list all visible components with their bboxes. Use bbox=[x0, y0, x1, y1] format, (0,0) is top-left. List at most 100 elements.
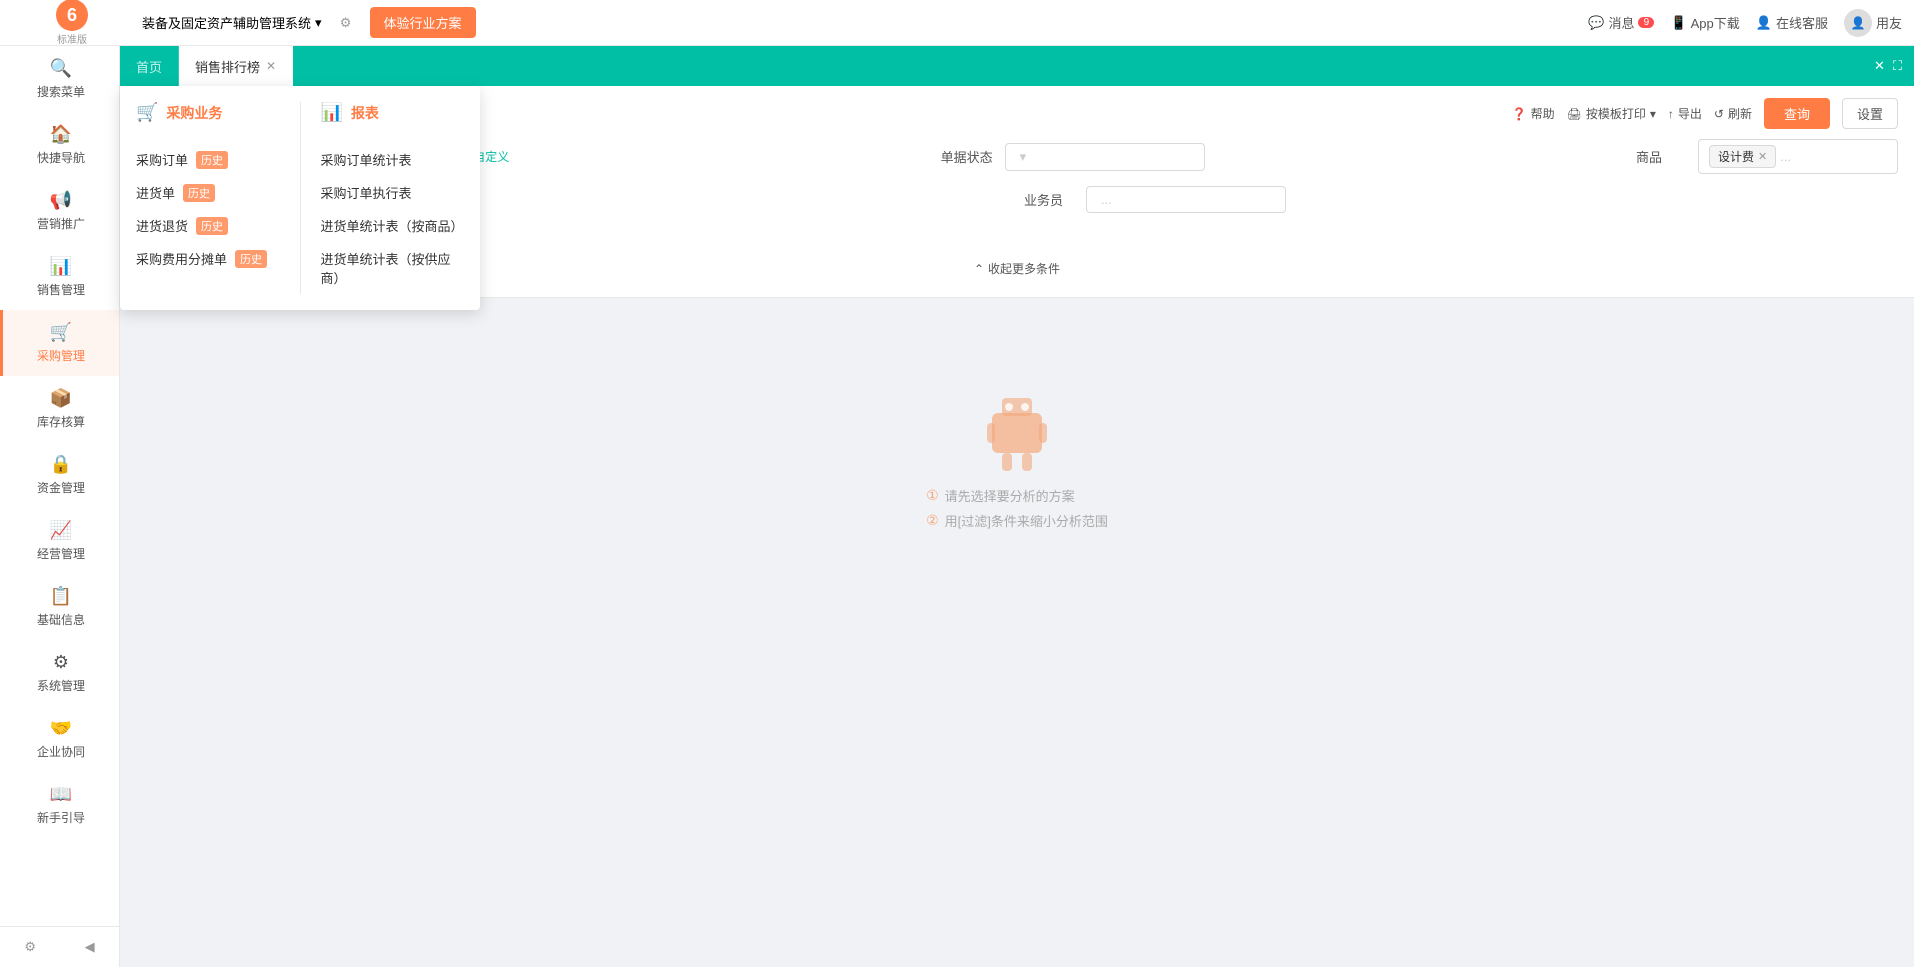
sidebar-item-sales[interactable]: 📊 销售管理 bbox=[0, 244, 119, 310]
dropdown-item-purchase-order[interactable]: 采购订单 历史 bbox=[136, 143, 280, 176]
dropdown-item-inbound-by-goods[interactable]: 进货单统计表（按商品） bbox=[321, 209, 465, 242]
refresh-icon: ↺ bbox=[1714, 107, 1724, 121]
purchase-in-label: 进货单 bbox=[136, 183, 175, 202]
purchase-col-title: 🛒 采购业务 bbox=[136, 102, 280, 135]
sidebar-item-base-info[interactable]: 📋 基础信息 bbox=[0, 574, 119, 640]
help-button[interactable]: ❓ 帮助 bbox=[1512, 105, 1555, 122]
base-info-icon: 📋 bbox=[50, 586, 72, 607]
marketing-icon: 📢 bbox=[50, 190, 72, 211]
logo-icon: 6 bbox=[56, 0, 88, 31]
system-title-dropdown[interactable]: 装备及固定资产辅助管理系统 ▾ bbox=[142, 13, 322, 32]
sidebar: 🔍 搜索菜单 🏠 快捷导航 📢 营销推广 📊 销售管理 🛒 采购管理 📦 库存核… bbox=[0, 46, 120, 967]
sidebar-item-system[interactable]: ⚙ 系统管理 bbox=[0, 640, 119, 706]
sidebar-label-marketing: 营销推广 bbox=[37, 215, 85, 232]
sidebar-label-quick-nav: 快捷导航 bbox=[37, 149, 85, 166]
sidebar-label-enterprise: 企业协同 bbox=[37, 743, 85, 760]
sidebar-label-guide: 新手引导 bbox=[37, 809, 85, 826]
tab-home[interactable]: 首页 bbox=[120, 46, 179, 86]
sidebar-label-operations: 经营管理 bbox=[37, 545, 85, 562]
sidebar-collapse-button[interactable]: ◀ bbox=[85, 939, 95, 955]
sidebar-label-base-info: 基础信息 bbox=[37, 611, 85, 628]
search-icon: 🔍 bbox=[50, 58, 72, 79]
enterprise-icon: 🤝 bbox=[50, 718, 72, 739]
dropdown-item-return[interactable]: 进货退货 历史 bbox=[136, 209, 280, 242]
tab-sales-rank[interactable]: 销售排行榜 ✕ bbox=[179, 46, 293, 86]
sidebar-item-purchase[interactable]: 🛒 采购管理 bbox=[0, 310, 119, 376]
export-button[interactable]: ↑ 导出 bbox=[1668, 105, 1702, 122]
purchase-col-icon: 🛒 bbox=[136, 102, 158, 123]
sidebar-item-guide[interactable]: 📖 新手引导 bbox=[0, 772, 119, 838]
user-button[interactable]: 👤 用友 bbox=[1844, 9, 1902, 37]
dropdown-arrow-icon: ▾ bbox=[315, 15, 322, 31]
collapse-label: 收起更多条件 bbox=[988, 260, 1060, 277]
collapse-arrow-icon: ⌃ bbox=[974, 262, 984, 276]
print-icon: 🖨 bbox=[1567, 107, 1582, 121]
app-download-button[interactable]: 📱 App下载 bbox=[1670, 13, 1739, 32]
voucher-status-input[interactable]: ▾ bbox=[1005, 143, 1205, 171]
tab-close-all-icon[interactable]: ✕ bbox=[1874, 58, 1885, 74]
dropdown-item-inbound-by-supplier[interactable]: 进货单统计表（按供应商） bbox=[321, 242, 465, 294]
trial-button[interactable]: 体验行业方案 bbox=[370, 7, 476, 38]
user-label: 用友 bbox=[1876, 13, 1902, 32]
message-label: 消息 bbox=[1608, 13, 1634, 32]
sidebar-label-purchase: 采购管理 bbox=[37, 347, 85, 364]
purchase-order-label: 采购订单 bbox=[136, 150, 188, 169]
expense-history-badge: 历史 bbox=[235, 250, 267, 268]
sidebar-label-sales: 销售管理 bbox=[37, 281, 85, 298]
dropdown-item-purchase-order-stat[interactable]: 采购订单统计表 bbox=[321, 143, 465, 176]
online-service-button[interactable]: 👤 在线客服 bbox=[1756, 13, 1828, 32]
tab-maximize-icon[interactable]: ⛶ bbox=[1893, 58, 1902, 74]
empty-tip-1: 请先选择要分析的方案 bbox=[945, 486, 1075, 505]
salesperson-label: 业务员 bbox=[1024, 190, 1074, 209]
empty-state: ① 请先选择要分析的方案 ② 用[过滤]条件来缩小分析范围 bbox=[120, 298, 1914, 610]
export-icon: ↑ bbox=[1668, 107, 1674, 121]
top-right-area: 💬 消息 9 📱 App下载 👤 在线客服 👤 用友 bbox=[1588, 9, 1902, 37]
set-button[interactable]: 设置 bbox=[1842, 98, 1898, 129]
operations-icon: 📈 bbox=[50, 520, 72, 541]
query-button[interactable]: 查询 bbox=[1764, 98, 1830, 129]
purchase-order-stat-label: 采购订单统计表 bbox=[321, 150, 412, 169]
inbound-by-supplier-label: 进货单统计表（按供应商） bbox=[321, 249, 465, 287]
print-button[interactable]: 🖨 按模板打印 ▾ bbox=[1567, 105, 1656, 122]
sidebar-item-search[interactable]: 🔍 搜索菜单 bbox=[0, 46, 119, 112]
guide-icon: 📖 bbox=[50, 784, 72, 805]
sales-icon: 📊 bbox=[50, 256, 72, 277]
app-download-label: App下载 bbox=[1691, 13, 1740, 32]
dropdown-item-purchase-order-exec[interactable]: 采购订单执行表 bbox=[321, 176, 465, 209]
return-label: 进货退货 bbox=[136, 216, 188, 235]
tab-home-label: 首页 bbox=[136, 57, 162, 76]
purchase-dropdown-menu: 🛒 采购业务 采购订单 历史 进货单 历史 进货退货 历史 采购费用分摊单 历史 bbox=[120, 86, 480, 310]
message-button[interactable]: 💬 消息 9 bbox=[1588, 13, 1654, 32]
sidebar-item-quick-nav[interactable]: 🏠 快捷导航 bbox=[0, 112, 119, 178]
purchase-col-title-label: 采购业务 bbox=[166, 103, 222, 123]
purchase-order-history-badge: 历史 bbox=[196, 151, 228, 169]
dropdown-item-purchase-in[interactable]: 进货单 历史 bbox=[136, 176, 280, 209]
tab-expand-area: ✕ ⛶ bbox=[1862, 58, 1914, 74]
report-col-title: 📊 报表 bbox=[321, 102, 465, 135]
settings-icon: ⚙ bbox=[340, 15, 352, 31]
refresh-label: 刷新 bbox=[1728, 105, 1752, 122]
empty-illustration bbox=[967, 378, 1067, 478]
sidebar-item-inventory[interactable]: 📦 库存核算 bbox=[0, 376, 119, 442]
sidebar-label-inventory: 库存核算 bbox=[37, 413, 85, 430]
collapse-button[interactable]: ⌃ 收起更多条件 bbox=[974, 260, 1060, 277]
sidebar-label-finance: 资金管理 bbox=[37, 479, 85, 496]
sidebar-settings-button[interactable]: ⚙ bbox=[24, 939, 36, 955]
goods-input[interactable]: 设计费 ✕ ... bbox=[1698, 139, 1898, 174]
refresh-button[interactable]: ↺ 刷新 bbox=[1714, 105, 1752, 122]
sidebar-item-finance[interactable]: 🔒 资金管理 bbox=[0, 442, 119, 508]
tab-close-icon[interactable]: ✕ bbox=[266, 59, 276, 73]
sidebar-item-marketing[interactable]: 📢 营销推广 bbox=[0, 178, 119, 244]
sidebar-item-enterprise[interactable]: 🤝 企业协同 bbox=[0, 706, 119, 772]
system-title: 装备及固定资产辅助管理系统 bbox=[142, 13, 311, 32]
return-history-badge: 历史 bbox=[196, 217, 228, 235]
message-icon: 💬 bbox=[1588, 15, 1604, 31]
dropdown-item-expense[interactable]: 采购费用分摊单 历史 bbox=[136, 242, 280, 275]
top-bar: 6 标准版 装备及固定资产辅助管理系统 ▾ ⚙ 体验行业方案 💬 消息 9 📱 … bbox=[0, 0, 1914, 46]
sidebar-label-search: 搜索菜单 bbox=[37, 83, 85, 100]
salesperson-input[interactable]: ... bbox=[1086, 186, 1286, 213]
settings-icon-button[interactable]: ⚙ bbox=[332, 9, 360, 37]
sidebar-item-operations[interactable]: 📈 经营管理 bbox=[0, 508, 119, 574]
finance-icon: 🔒 bbox=[50, 454, 72, 475]
goods-tag-close[interactable]: ✕ bbox=[1758, 150, 1767, 163]
